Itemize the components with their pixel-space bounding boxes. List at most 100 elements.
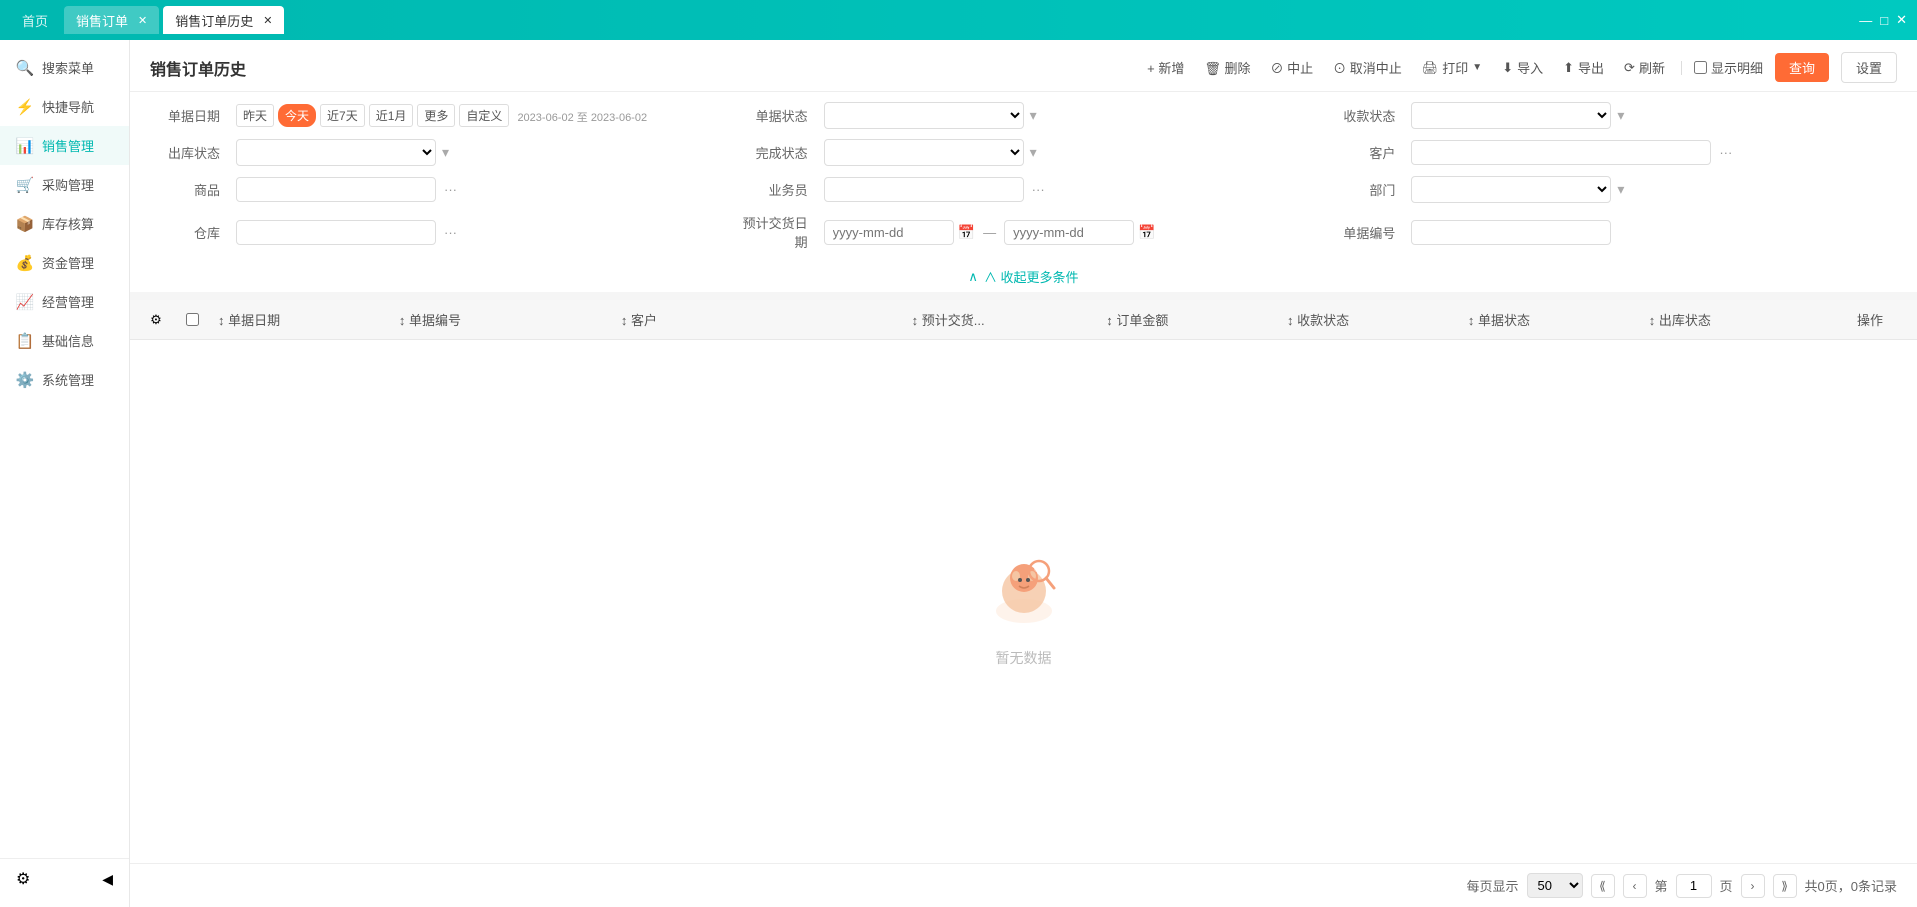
order-no-label: 单据编号 <box>1325 223 1395 242</box>
page-next-btn[interactable]: › <box>1741 874 1765 898</box>
th-date[interactable]: ↕ 单据日期 <box>210 310 391 329</box>
print-button[interactable]: 🖨 🖨 打印 打印 ▼ <box>1418 56 1486 79</box>
window-minimize[interactable]: — <box>1859 13 1872 28</box>
th-pay-status[interactable]: ↕ 收款状态 <box>1279 310 1460 329</box>
delete-button[interactable]: 🗑 删除 <box>1200 56 1254 79</box>
page-label: 第 <box>1655 876 1668 895</box>
warehouse-control: ··· <box>236 220 722 245</box>
toolbar-divider <box>1681 61 1682 75</box>
inventory-check-icon: 📦 <box>16 215 34 233</box>
date-btn-7days[interactable]: 近7天 <box>320 104 365 127</box>
sidebar-item-quick-nav[interactable]: ⚡ 快捷导航 <box>0 87 129 126</box>
search-menu-icon: 🔍 <box>16 59 34 77</box>
stock-out-status-control: ▾ <box>236 139 722 166</box>
print-dropdown-icon[interactable]: ▼ <box>1472 62 1482 73</box>
import-button[interactable]: ⬇ 导入 <box>1498 56 1547 79</box>
window-close[interactable]: ✕ <box>1896 12 1907 28</box>
window-maximize[interactable]: □ <box>1880 13 1888 28</box>
dept-select[interactable] <box>1411 176 1611 203</box>
delivery-date-from-calendar-icon[interactable]: 📅 <box>958 224 975 241</box>
th-order-no[interactable]: ↕ 单据编号 <box>391 310 613 329</box>
th-checkbox[interactable] <box>174 313 210 326</box>
table-settings-icon[interactable]: ⚙ <box>150 312 162 328</box>
page-first-btn[interactable]: ⟪ <box>1591 874 1615 898</box>
date-btn-1month[interactable]: 近1月 <box>369 104 414 127</box>
th-settings[interactable]: ⚙ <box>138 312 174 328</box>
th-stock-status[interactable]: ↕ 出库状态 <box>1641 310 1849 329</box>
delivery-date-to[interactable] <box>1004 220 1134 245</box>
pay-status-select[interactable] <box>1411 102 1611 129</box>
product-ellipsis[interactable]: ··· <box>440 182 461 197</box>
tab-sales-order[interactable]: 销售订单 ✕ <box>64 6 159 34</box>
sales-person-input[interactable] <box>824 177 1024 202</box>
page-prev-btn[interactable]: ‹ <box>1623 874 1647 898</box>
empty-state: 暂无数据 <box>130 340 1917 863</box>
tab-sales-order-close[interactable]: ✕ <box>138 14 147 27</box>
export-icon: ⬆ <box>1563 60 1574 76</box>
sales-person-control: ··· <box>824 177 1310 202</box>
th-pay-status-label: ↕ 收款状态 <box>1287 310 1349 329</box>
query-button[interactable]: 查询 <box>1775 53 1829 82</box>
select-all-checkbox[interactable] <box>186 313 199 326</box>
order-no-input[interactable] <box>1411 220 1611 245</box>
sidebar-item-inventory-check-label: 库存核算 <box>42 214 94 233</box>
complete-status-select[interactable] <box>824 139 1024 166</box>
refresh-button[interactable]: ⟳ 刷新 <box>1620 56 1669 79</box>
date-btn-today[interactable]: 今天 <box>278 104 316 127</box>
export-button[interactable]: ⬆ 导出 <box>1559 56 1608 79</box>
show-detail-checkbox-label[interactable]: 显示明细 <box>1694 58 1763 77</box>
cancel-stop-button[interactable]: ⊙ 取消中止 <box>1329 56 1406 79</box>
sidebar-item-purchase-mgmt[interactable]: 🛒 采购管理 <box>0 165 129 204</box>
delivery-date-from[interactable] <box>824 220 954 245</box>
th-customer-label: ↕ 客户 <box>621 310 657 329</box>
sales-person-ellipsis[interactable]: ··· <box>1028 182 1049 197</box>
dept-label: 部门 <box>1325 180 1395 199</box>
sidebar-item-system-mgmt[interactable]: ⚙️ 系统管理 <box>0 360 129 399</box>
sidebar-item-basic-info[interactable]: 📋 基础信息 <box>0 321 129 360</box>
collapse-conditions-btn[interactable]: ∧ ∧ 收起更多条件 <box>968 261 1078 292</box>
th-amount[interactable]: ↕ 订单金额 <box>1098 310 1279 329</box>
tab-sales-history[interactable]: 销售订单历史 ✕ <box>163 6 284 34</box>
sidebar-item-capital-mgmt[interactable]: 💰 资金管理 <box>0 243 129 282</box>
tab-sales-history-label: 销售订单历史 <box>175 11 253 30</box>
th-order-status[interactable]: ↕ 单据状态 <box>1460 310 1641 329</box>
page-last-btn[interactable]: ⟫ <box>1773 874 1797 898</box>
product-input[interactable] <box>236 177 436 202</box>
customer-control: ··· <box>1411 140 1897 165</box>
sidebar-item-sales-mgmt[interactable]: 📊 销售管理 <box>0 126 129 165</box>
stop-button[interactable]: ⊘ 中止 <box>1267 56 1318 79</box>
page-size-select[interactable]: 50 10 20 100 <box>1527 873 1583 898</box>
sidebar-item-inventory-check[interactable]: 📦 库存核算 <box>0 204 129 243</box>
tab-sales-history-close[interactable]: ✕ <box>263 14 272 27</box>
warehouse-ellipsis[interactable]: ··· <box>440 225 461 240</box>
order-status-control: ▾ <box>824 102 1310 129</box>
empty-text: 暂无数据 <box>996 648 1052 668</box>
page-num-input[interactable] <box>1676 874 1712 898</box>
customer-input[interactable] <box>1411 140 1711 165</box>
sidebar-item-search-menu[interactable]: 🔍 搜索菜单 <box>0 48 129 87</box>
order-status-select[interactable] <box>824 102 1024 129</box>
th-delivery[interactable]: ↕ 预计交货... <box>904 310 1099 329</box>
customer-ellipsis[interactable]: ··· <box>1715 145 1736 160</box>
th-action-label: 操作 <box>1857 310 1883 329</box>
th-customer[interactable]: ↕ 客户 <box>613 310 904 329</box>
delivery-date-to-calendar-icon[interactable]: 📅 <box>1138 224 1155 241</box>
page-header: 销售订单历史 + 新增 🗑 删除 ⊘ 中止 ⊙ 取消中止 🖨 🖨 打印 打印 ▼… <box>130 40 1917 92</box>
capital-mgmt-icon: 💰 <box>16 254 34 272</box>
settings-button[interactable]: 设置 <box>1841 52 1897 83</box>
date-btn-yesterday[interactable]: 昨天 <box>236 104 274 127</box>
toolbar: + 新增 🗑 删除 ⊘ 中止 ⊙ 取消中止 🖨 🖨 打印 打印 ▼ ⬇ 导入 ⬆… <box>1143 52 1897 83</box>
stock-out-status-select[interactable] <box>236 139 436 166</box>
stock-out-status-label: 出库状态 <box>150 143 220 162</box>
warehouse-input[interactable] <box>236 220 436 245</box>
date-btn-custom[interactable]: 自定义 <box>459 104 509 127</box>
pay-status-control: ▾ <box>1411 102 1897 129</box>
show-detail-checkbox[interactable] <box>1694 61 1707 74</box>
date-btn-more[interactable]: 更多 <box>417 104 455 127</box>
sidebar-item-system-mgmt-label: 系统管理 <box>42 370 94 389</box>
new-button[interactable]: + 新增 <box>1143 56 1188 79</box>
tab-home[interactable]: 首页 <box>10 6 60 34</box>
sidebar-item-ops-mgmt[interactable]: 📈 经营管理 <box>0 282 129 321</box>
sidebar-collapse-icon[interactable]: ◀ <box>102 871 113 888</box>
sidebar-settings-icon[interactable]: ⚙ <box>16 869 30 889</box>
